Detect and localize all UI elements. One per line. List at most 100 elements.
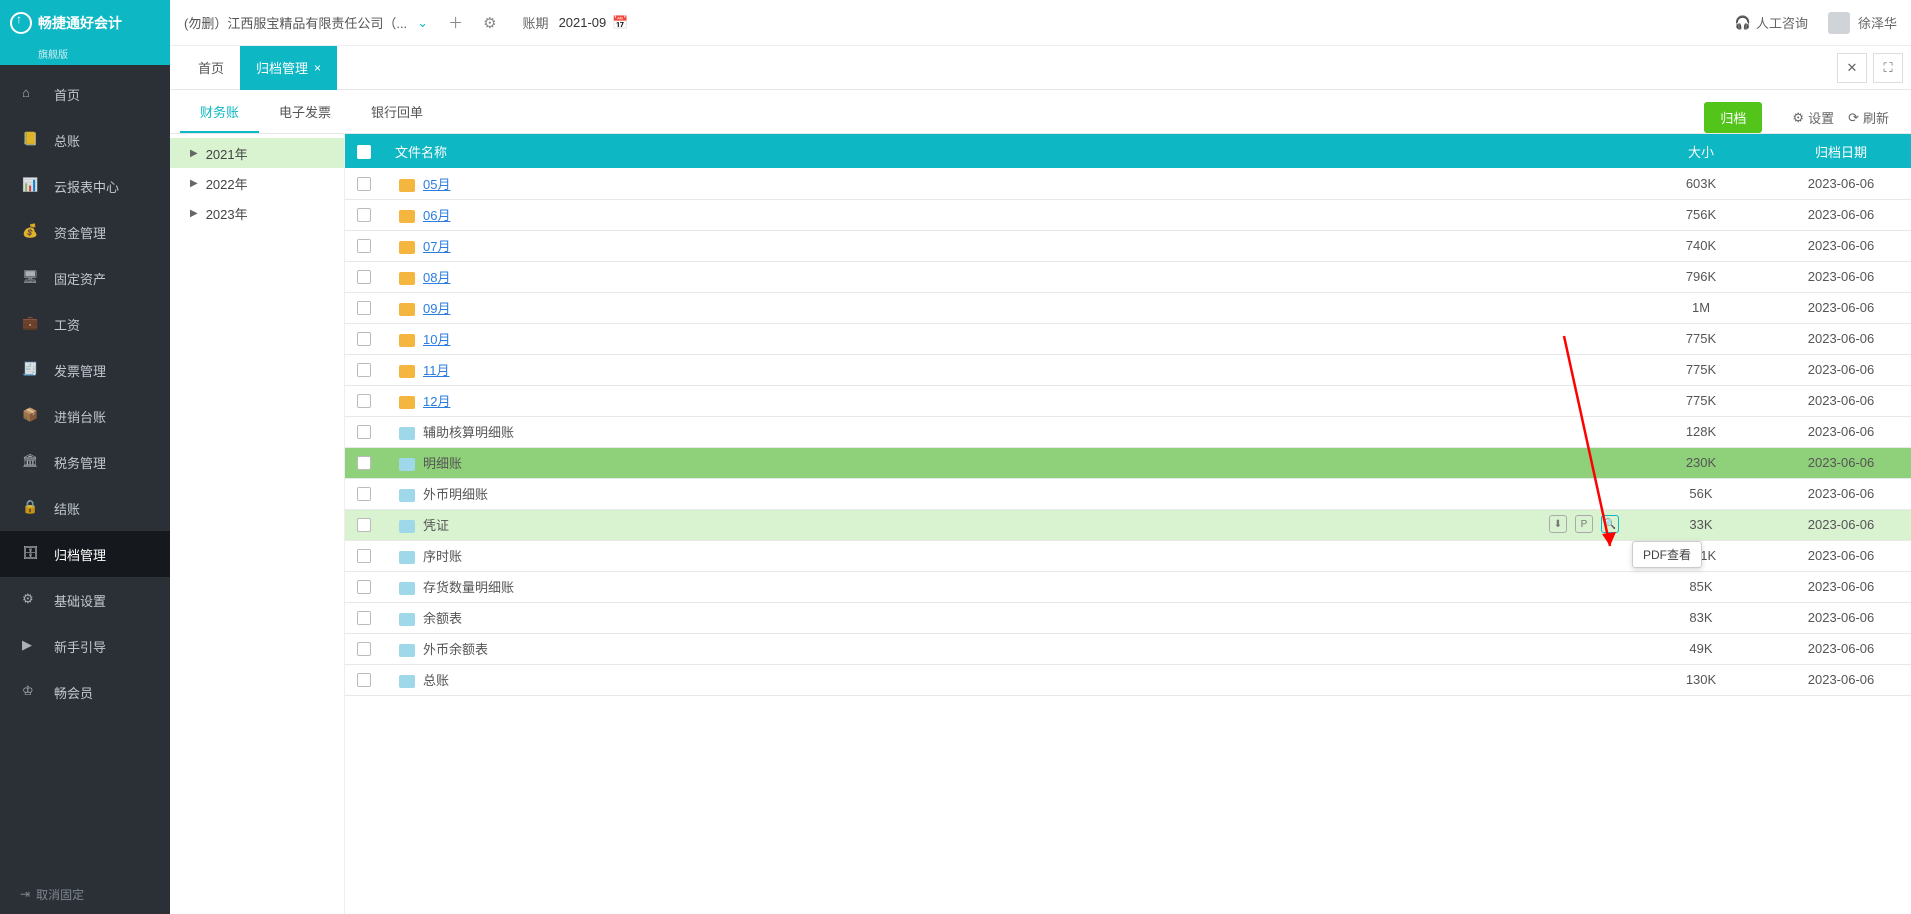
nav-tax[interactable]: 🏛税务管理 (0, 439, 170, 485)
table-row[interactable]: 外币明细账56K2023-06-06 (345, 478, 1911, 509)
select-all-checkbox[interactable] (357, 145, 371, 159)
row-checkbox[interactable] (357, 363, 371, 377)
file-name[interactable]: 08月 (423, 270, 450, 285)
add-icon[interactable]: ＋ (448, 12, 463, 33)
row-checkbox[interactable] (357, 549, 371, 563)
gear-icon[interactable]: ⚙ (483, 14, 496, 32)
file-name[interactable]: 06月 (423, 208, 450, 223)
table-row[interactable]: 明细账230K2023-06-06 (345, 447, 1911, 478)
nav-close[interactable]: 🔒结账 (0, 485, 170, 531)
pdf-icon[interactable]: P (1575, 515, 1593, 533)
file-size: 756K (1631, 199, 1771, 230)
row-checkbox[interactable] (357, 301, 371, 315)
nav-guide[interactable]: ▶新手引导 (0, 623, 170, 669)
row-checkbox[interactable] (357, 487, 371, 501)
table-row[interactable]: 总账130K2023-06-06 (345, 664, 1911, 695)
file-date: 2023-06-06 (1771, 323, 1911, 354)
pin-toggle[interactable]: ⇥取消固定 (0, 874, 170, 914)
row-checkbox[interactable] (357, 177, 371, 191)
file-icon (399, 675, 415, 688)
tab-首页[interactable]: 首页 (182, 46, 240, 90)
row-checkbox[interactable] (357, 673, 371, 687)
file-date: 2023-06-06 (1771, 292, 1911, 323)
nav-chart[interactable]: 📊云报表中心 (0, 163, 170, 209)
table-row[interactable]: 07月740K2023-06-06 (345, 230, 1911, 261)
period-label: 账期 (523, 13, 549, 32)
table-row[interactable]: 凭证⬇P🔍33K2023-06-06 (345, 509, 1911, 540)
file-date: 2023-06-06 (1771, 385, 1911, 416)
nav-stock[interactable]: 📦进销台账 (0, 393, 170, 439)
pdf-view-icon[interactable]: 🔍 (1601, 515, 1619, 533)
table-row[interactable]: 外币余额表49K2023-06-06 (345, 633, 1911, 664)
tab-归档管理[interactable]: 归档管理× (240, 46, 337, 90)
period-value[interactable]: 2021-09 (559, 15, 607, 30)
table-row[interactable]: 05月603K2023-06-06 (345, 168, 1911, 199)
nav-home[interactable]: ⌂首页 (0, 71, 170, 117)
nav-label: 结账 (54, 499, 80, 518)
col-size: 大小 (1631, 134, 1771, 168)
fullscreen-button[interactable]: ⛶ (1873, 53, 1903, 83)
file-icon (399, 489, 415, 502)
row-checkbox[interactable] (357, 642, 371, 656)
caret-icon: ▶ (190, 178, 198, 189)
subtab-电子发票[interactable]: 电子发票 (259, 92, 351, 133)
nav-salary[interactable]: 💼工资 (0, 301, 170, 347)
row-checkbox[interactable] (357, 208, 371, 222)
nav-ledger[interactable]: 📒总账 (0, 117, 170, 163)
table-row[interactable]: 08月796K2023-06-06 (345, 261, 1911, 292)
tab-close-icon[interactable]: × (314, 61, 321, 75)
user-menu[interactable]: 徐泽华 (1828, 12, 1897, 34)
file-name[interactable]: 09月 (423, 301, 450, 316)
nav-money[interactable]: 💰资金管理 (0, 209, 170, 255)
table-row[interactable]: 06月756K2023-06-06 (345, 199, 1911, 230)
file-name[interactable]: 12月 (423, 394, 450, 409)
file-date: 2023-06-06 (1771, 261, 1911, 292)
subtab-财务账[interactable]: 财务账 (180, 92, 259, 133)
row-checkbox[interactable] (357, 394, 371, 408)
row-checkbox[interactable] (357, 580, 371, 594)
table-row[interactable]: 09月1M2023-06-06 (345, 292, 1911, 323)
tree-year-2022年[interactable]: ▶2022年 (170, 168, 344, 198)
file-name[interactable]: 07月 (423, 239, 450, 254)
table-row[interactable]: 辅助核算明细账128K2023-06-06 (345, 416, 1911, 447)
archive-button[interactable]: 归档 (1704, 102, 1762, 133)
table-row[interactable]: 12月775K2023-06-06 (345, 385, 1911, 416)
tab-close-button[interactable]: ✕ (1837, 53, 1867, 83)
file-name[interactable]: 10月 (423, 332, 450, 347)
file-name: 明细账 (423, 456, 462, 471)
row-checkbox[interactable] (357, 425, 371, 439)
nav-archive[interactable]: 🗄归档管理 (0, 531, 170, 577)
nav-label: 云报表中心 (54, 177, 119, 196)
nav-asset[interactable]: 🖥固定资产 (0, 255, 170, 301)
settings-button[interactable]: ⚙设置 (1792, 108, 1834, 127)
nav-label: 发票管理 (54, 361, 106, 380)
row-checkbox[interactable] (357, 270, 371, 284)
file-name[interactable]: 05月 (423, 177, 450, 192)
nav-vip[interactable]: ♔畅会员 (0, 669, 170, 715)
company-selector[interactable]: (勿删）江西服宝精品有限责任公司（... (184, 13, 407, 32)
row-checkbox[interactable] (357, 611, 371, 625)
row-checkbox[interactable] (357, 456, 371, 470)
subtab-银行回单[interactable]: 银行回单 (351, 92, 443, 133)
table-row[interactable]: 余额表83K2023-06-06 (345, 602, 1911, 633)
company-chevron-icon[interactable]: ⌄ (417, 15, 428, 31)
nav-setting[interactable]: ⚙基础设置 (0, 577, 170, 623)
nav-invoice[interactable]: 🧾发票管理 (0, 347, 170, 393)
file-name[interactable]: 11月 (423, 363, 450, 378)
tree-year-2023年[interactable]: ▶2023年 (170, 198, 344, 228)
calendar-icon[interactable]: 📅 (612, 15, 628, 31)
file-size: 740K (1631, 230, 1771, 261)
nav-label: 税务管理 (54, 453, 106, 472)
refresh-button[interactable]: ⟳刷新 (1848, 108, 1889, 127)
file-icon (399, 458, 415, 471)
download-icon[interactable]: ⬇ (1549, 515, 1567, 533)
row-checkbox[interactable] (357, 332, 371, 346)
row-checkbox[interactable] (357, 518, 371, 532)
table-row[interactable]: 存货数量明细账85K2023-06-06 (345, 571, 1911, 602)
help-link[interactable]: 🎧 人工咨询 (1735, 13, 1808, 32)
table-row[interactable]: 11月775K2023-06-06 (345, 354, 1911, 385)
table-row[interactable]: 10月775K2023-06-06 (345, 323, 1911, 354)
file-date: 2023-06-06 (1771, 509, 1911, 540)
tree-year-2021年[interactable]: ▶2021年 (170, 138, 344, 168)
row-checkbox[interactable] (357, 239, 371, 253)
